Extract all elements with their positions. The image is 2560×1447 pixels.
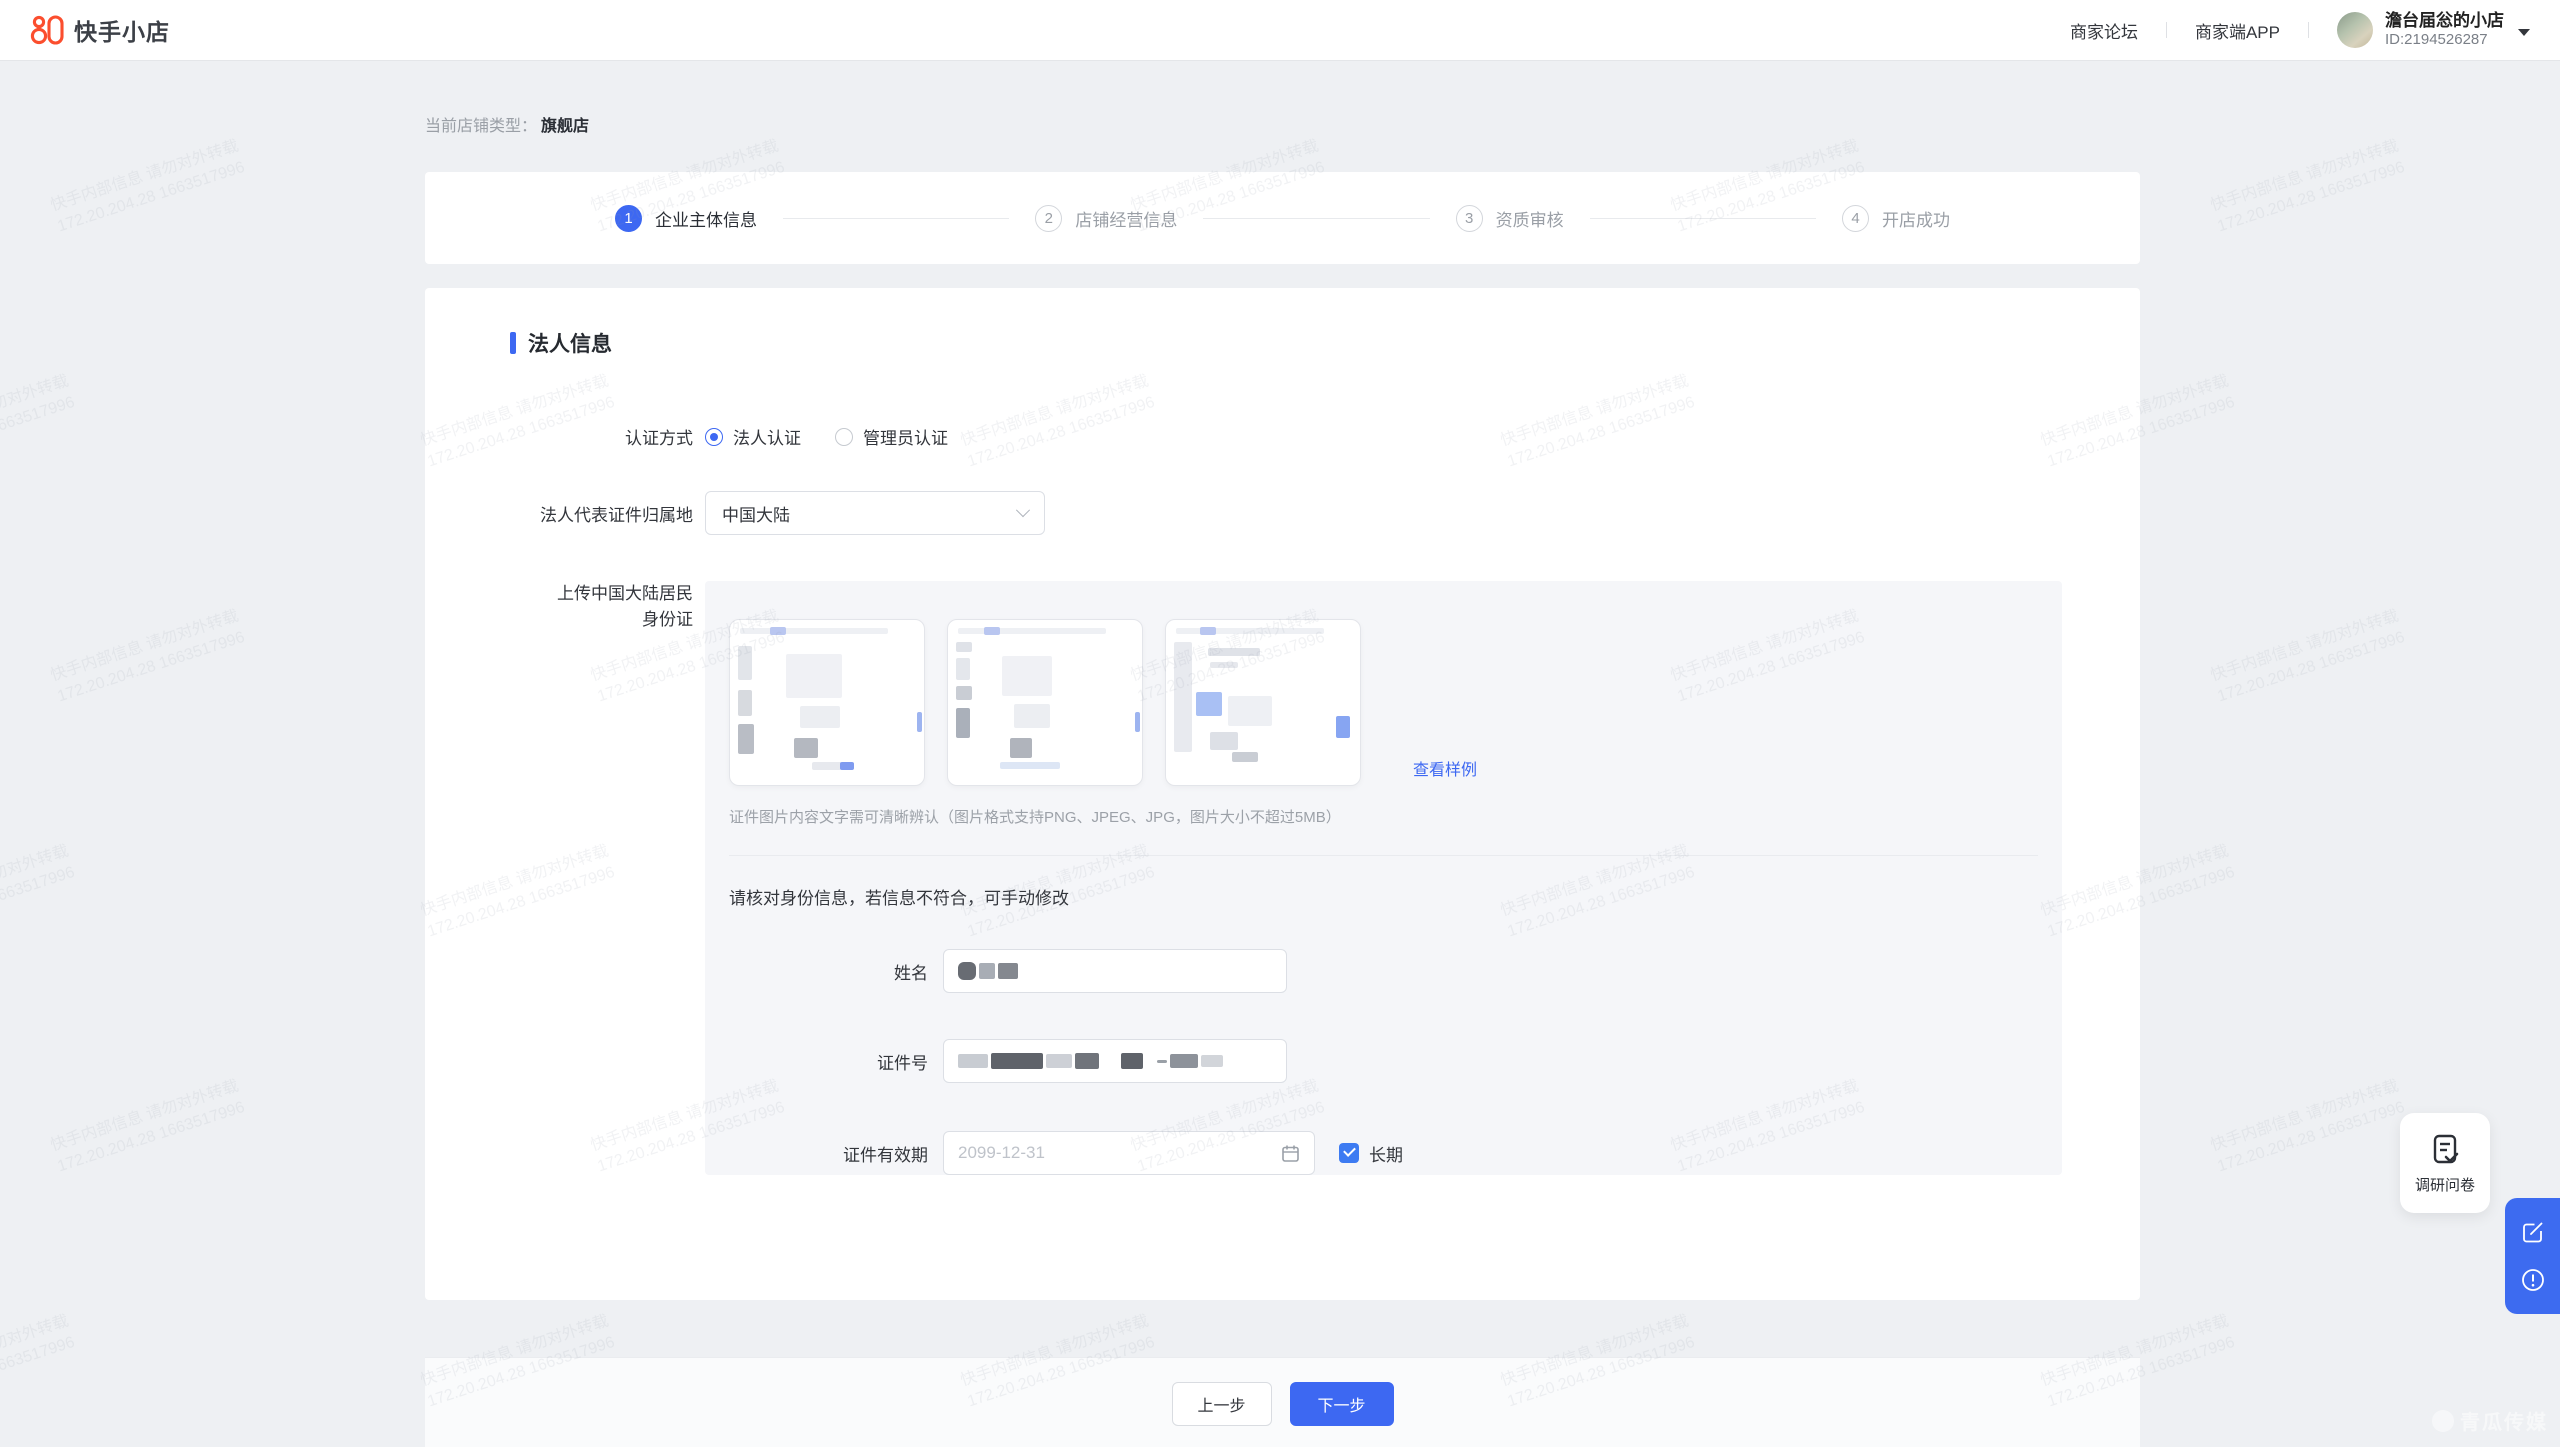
calendar-icon [1281, 1144, 1300, 1163]
shop-type-value: 旗舰店 [541, 118, 589, 135]
section-title: 法人信息 [510, 328, 2140, 358]
radio-unselected-icon [835, 428, 853, 446]
id-upload-label: 上传中国大陆居民 身份证 [425, 581, 693, 633]
section-title-text: 法人信息 [528, 328, 612, 358]
step-1-entity-info: 1 企业主体信息 [615, 205, 757, 232]
auth-method-row: 认证方式 法人认证 管理员认证 [425, 424, 2140, 449]
info-icon [2520, 1267, 2546, 1293]
id-upload-row: 上传中国大陆居民 身份证 [425, 581, 2140, 1175]
id-region-label: 法人代表证件归属地 [425, 501, 693, 526]
step-3-qualification-review: 3 资质审核 [1456, 205, 1564, 232]
kuaishou-logo-icon [30, 14, 64, 46]
id-number-input[interactable] [943, 1039, 1287, 1083]
id-number-label: 证件号 [729, 1049, 928, 1074]
edit-icon [2520, 1219, 2546, 1245]
long-term-checkbox[interactable]: 长期 [1339, 1141, 1403, 1166]
step-connector [1590, 218, 1816, 219]
step-1-number: 1 [615, 205, 642, 232]
id-number-row: 证件号 [729, 1039, 2038, 1083]
chevron-down-icon [1016, 503, 1030, 517]
step-4-number: 4 [1842, 205, 1869, 232]
step-2-number: 2 [1035, 205, 1062, 232]
top-header: 快手小店 商家论坛 商家端APP 澹台届忩的小店 ID:2194526287 [0, 0, 2560, 60]
validity-row: 证件有效期 2099-12-31 长期 [729, 1131, 2038, 1175]
nav-merchant-forum[interactable]: 商家论坛 [2070, 18, 2138, 43]
onboarding-stepper: 1 企业主体信息 2 店铺经营信息 3 资质审核 4 开店成功 [425, 172, 2140, 264]
checkbox-checked-icon [1339, 1143, 1359, 1163]
step-2-shop-info: 2 店铺经营信息 [1035, 205, 1177, 232]
corner-watermark: 青瓜传媒 [2432, 1406, 2548, 1435]
validity-date-input[interactable]: 2099-12-31 [943, 1131, 1315, 1175]
radio-admin-auth[interactable]: 管理员认证 [835, 424, 948, 449]
nav-merchant-app[interactable]: 商家端APP [2195, 18, 2280, 43]
radio-legal-person-auth[interactable]: 法人认证 [705, 424, 801, 449]
shop-id: ID:2194526287 [2385, 31, 2504, 50]
shop-name: 澹台届忩的小店 [2385, 10, 2504, 31]
id-region-select[interactable]: 中国大陆 [705, 491, 1045, 535]
masked-id-value [958, 1054, 988, 1068]
radio-selected-icon [705, 428, 723, 446]
corner-watermark-logo [2432, 1410, 2454, 1432]
avatar[interactable] [2337, 12, 2373, 48]
legal-person-form-card: 法人信息 认证方式 法人认证 管理员认证 法人代表证件归属地 中国大陆 [425, 288, 2140, 1300]
main-content: 当前店铺类型：旗舰店 1 企业主体信息 2 店铺经营信息 3 资质审核 4 开店… [425, 112, 2140, 1447]
shop-type-label: 当前店铺类型： [425, 118, 537, 135]
step-connector [783, 218, 1009, 219]
id-region-row: 法人代表证件归属地 中国大陆 [425, 491, 2140, 535]
header-nav: 商家论坛 商家端APP 澹台届忩的小店 ID:2194526287 [2070, 10, 2530, 50]
verify-identity-tip: 请核对身份信息，若信息不符合，可手动修改 [729, 884, 2038, 909]
title-accent-bar [510, 332, 516, 354]
nav-divider [2166, 22, 2167, 38]
id-sample-thumb-1[interactable] [729, 619, 925, 786]
app-logo[interactable]: 快手小店 [30, 13, 170, 47]
upload-hint: 证件图片内容文字需可清晰辨认（图片格式支持PNG、JPEG、JPG，图片大小不超… [729, 806, 2038, 827]
caret-down-icon[interactable] [2518, 29, 2530, 36]
logo-text: 快手小店 [74, 13, 170, 47]
survey-widget[interactable]: 调研问卷 [2400, 1113, 2490, 1213]
id-sample-thumb-2[interactable] [947, 619, 1143, 786]
name-label: 姓名 [729, 959, 928, 984]
name-input[interactable] [943, 949, 1287, 993]
feedback-edit-button[interactable] [2520, 1219, 2546, 1245]
previous-step-button[interactable]: 上一步 [1172, 1382, 1272, 1426]
step-4-open-success: 4 开店成功 [1842, 205, 1950, 232]
step-3-number: 3 [1456, 205, 1483, 232]
id-region-value: 中国大陆 [722, 501, 1018, 526]
survey-label: 调研问卷 [2415, 1174, 2475, 1195]
breadcrumb: 当前店铺类型：旗舰店 [425, 112, 2140, 136]
side-toolbar [2505, 1198, 2560, 1314]
auth-method-radio-group: 法人认证 管理员认证 [705, 424, 982, 449]
panel-divider [729, 855, 2038, 856]
id-sample-thumbnails: 查看样例 [729, 619, 2038, 786]
view-sample-link[interactable]: 查看样例 [1413, 756, 1477, 780]
help-info-button[interactable] [2520, 1267, 2546, 1293]
name-row: 姓名 [729, 949, 2038, 993]
validity-date-value: 2099-12-31 [958, 1143, 1281, 1163]
next-step-button[interactable]: 下一步 [1290, 1382, 1394, 1426]
masked-name-value [958, 962, 976, 980]
nav-divider [2308, 22, 2309, 38]
auth-method-label: 认证方式 [425, 424, 693, 449]
form-footer: 上一步 下一步 [425, 1357, 2140, 1447]
validity-label: 证件有效期 [729, 1141, 928, 1166]
id-sample-thumb-3[interactable] [1165, 619, 1361, 786]
id-upload-panel: 查看样例 证件图片内容文字需可清晰辨认（图片格式支持PNG、JPEG、JPG，图… [705, 581, 2062, 1175]
step-connector [1203, 218, 1429, 219]
survey-doc-icon [2428, 1132, 2462, 1166]
